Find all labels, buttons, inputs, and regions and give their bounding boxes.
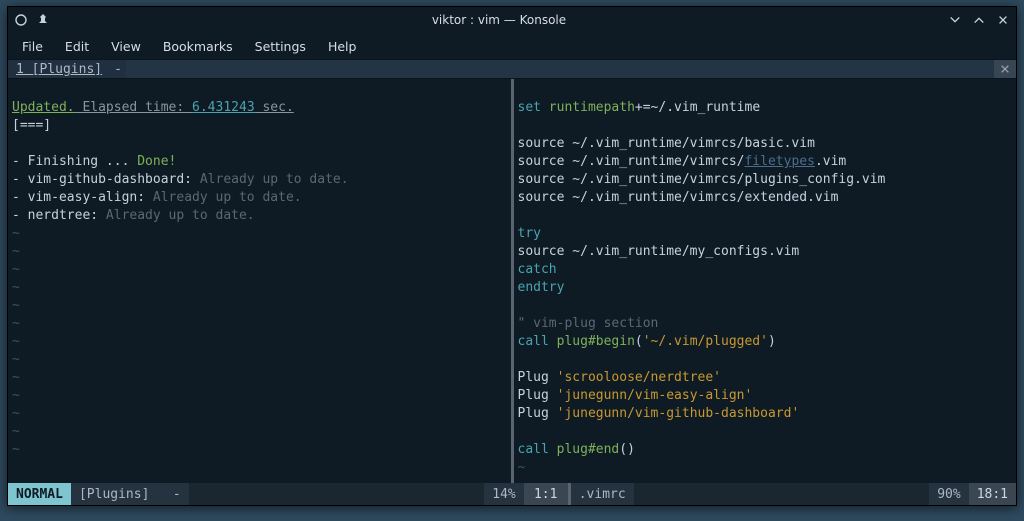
- tab-plugins[interactable]: 1 [Plugins]: [8, 60, 110, 78]
- menu-view[interactable]: View: [111, 39, 141, 54]
- statusline: NORMAL [Plugins] - 14% 1:1 .vimrc 90% 18…: [8, 483, 1016, 505]
- left-buffer: Updated. Elapsed time: 6.431243 sec. [==…: [12, 99, 507, 459]
- pin-icon[interactable]: [36, 13, 50, 27]
- statusline-mode: NORMAL: [8, 483, 71, 505]
- statusline-right-pct: 90%: [929, 483, 968, 505]
- tab-close-icon[interactable]: [994, 60, 1016, 78]
- statusline-left-pos: 1:1: [524, 483, 568, 505]
- window-title: viktor : vim — Konsole: [50, 13, 948, 27]
- menu-settings[interactable]: Settings: [255, 39, 306, 54]
- statusline-right-file: .vimrc: [571, 483, 634, 505]
- right-buffer: set runtimepath+=~/.vim_runtime source ~…: [518, 99, 1013, 483]
- statusline-left-fill: [189, 483, 485, 505]
- menu-edit[interactable]: Edit: [65, 39, 89, 54]
- menu-help[interactable]: Help: [328, 39, 357, 54]
- menu-file[interactable]: File: [22, 39, 43, 54]
- maximize-icon[interactable]: [972, 13, 986, 27]
- tabbar-spacer: [126, 60, 994, 78]
- menubar: File Edit View Bookmarks Settings Help: [8, 33, 1016, 59]
- statusline-left-pct: 14%: [484, 483, 523, 505]
- close-icon[interactable]: [996, 13, 1010, 27]
- titlebar: viktor : vim — Konsole: [8, 7, 1016, 33]
- left-pane[interactable]: Updated. Elapsed time: 6.431243 sec. [==…: [8, 79, 511, 483]
- right-pane[interactable]: set runtimepath+=~/.vim_runtime source ~…: [514, 79, 1017, 483]
- minimize-icon[interactable]: [948, 13, 962, 27]
- tab-flag: -: [110, 60, 126, 78]
- statusline-right-pos: 18:1: [969, 483, 1016, 505]
- menu-bookmarks[interactable]: Bookmarks: [163, 39, 233, 54]
- konsole-window: viktor : vim — Konsole File Edit View Bo…: [7, 6, 1017, 506]
- statusline-right-fill: [634, 483, 930, 505]
- editor-panes: Updated. Elapsed time: 6.431243 sec. [==…: [8, 79, 1016, 483]
- statusline-left-file: [Plugins] -: [71, 483, 189, 505]
- vim-tabbar: 1 [Plugins] -: [8, 59, 1016, 79]
- app-menu-icon[interactable]: [14, 13, 28, 27]
